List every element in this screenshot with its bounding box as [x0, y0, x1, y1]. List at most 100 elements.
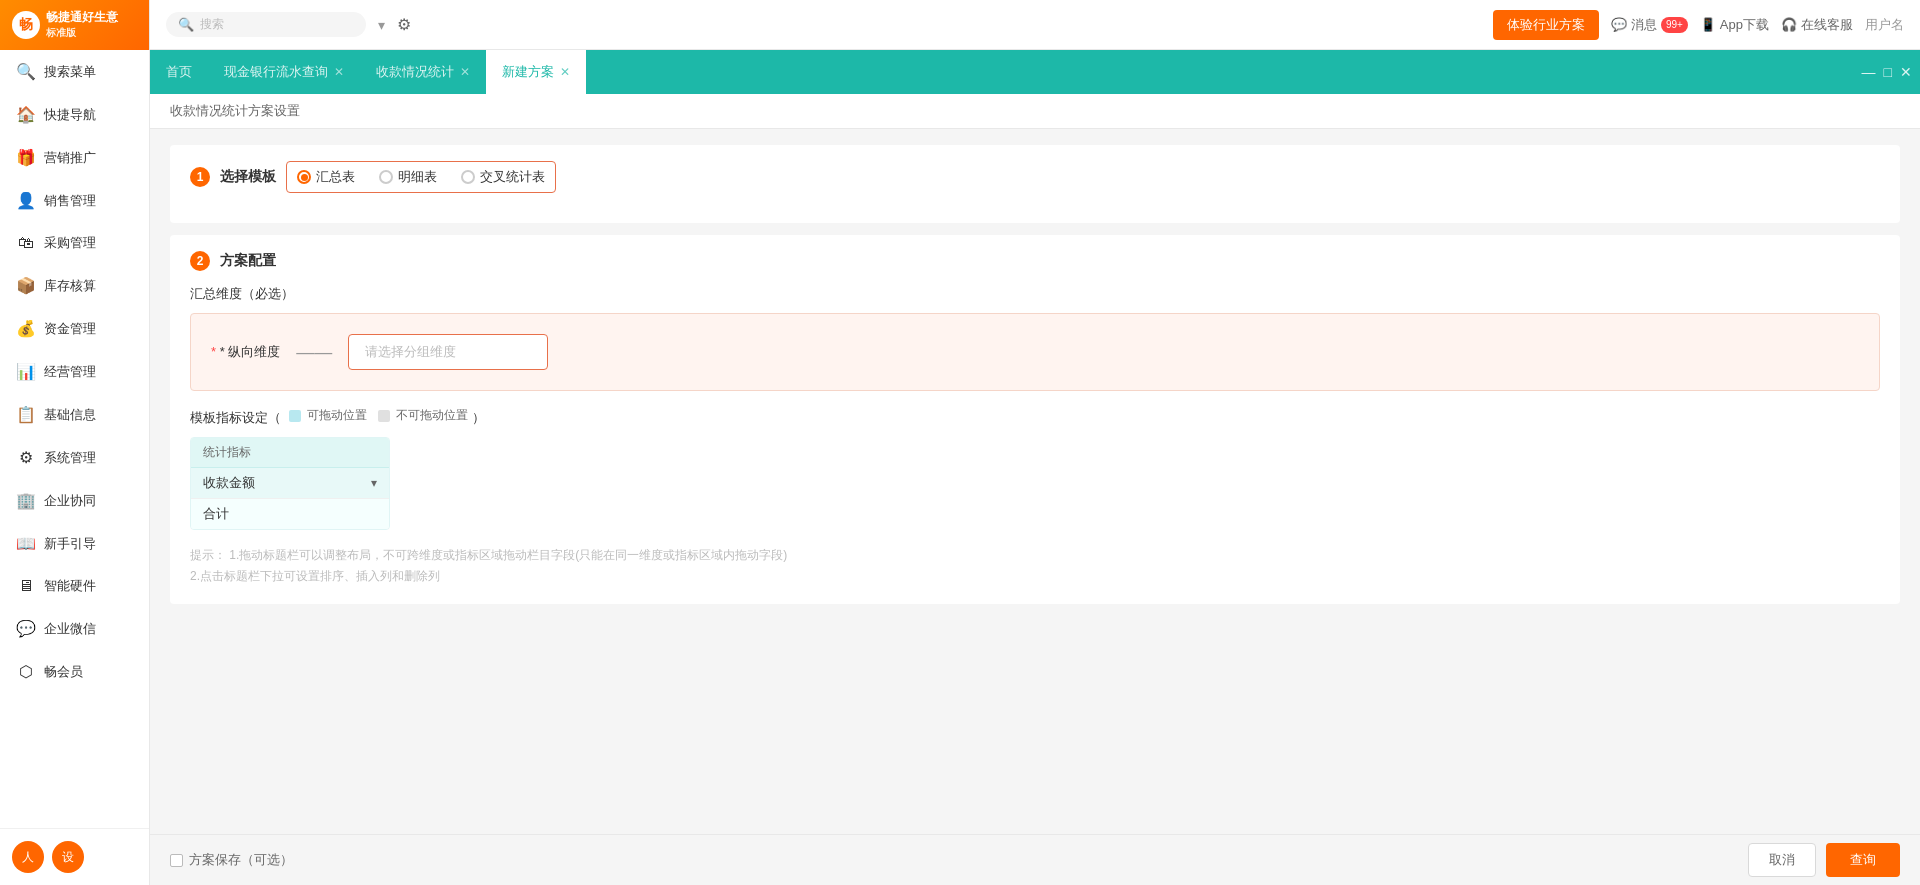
sidebar-item-enterprise[interactable]: 🏢 企业协同: [0, 479, 149, 522]
settings-icon: ⚙: [16, 448, 36, 467]
template-options: 汇总表 明细表 交叉统计表: [286, 161, 556, 193]
vip-icon: ⬡: [16, 662, 36, 681]
user-name: 用户名: [1865, 16, 1904, 34]
tab-cashflow-close[interactable]: ✕: [334, 65, 344, 79]
fixed-legend: 不可拖动位置: [378, 407, 468, 424]
sidebar-item-sales[interactable]: 👤 销售管理: [0, 179, 149, 222]
save-checkbox[interactable]: [170, 854, 183, 867]
clipboard-icon: 📋: [16, 405, 36, 424]
tab-new-plan[interactable]: 新建方案 ✕: [486, 50, 586, 94]
maximize-icon[interactable]: □: [1884, 64, 1892, 80]
industry-btn[interactable]: 体验行业方案: [1493, 10, 1599, 40]
gear-icon[interactable]: ⚙: [397, 15, 411, 34]
save-checkbox-label[interactable]: 方案保存（可选）: [170, 851, 293, 869]
search-icon: 🔍: [16, 62, 36, 81]
search-icon-topbar: 🔍: [178, 17, 194, 32]
main-area: 🔍 搜索 ▾ ⚙ 体验行业方案 💬 消息 99+ 📱 App下载 🎧 在线客服 …: [150, 0, 1920, 885]
step2-badge: 2: [190, 251, 210, 271]
gift-icon: 🎁: [16, 148, 36, 167]
sidebar: 畅 畅捷通好生意 标准版 🔍 搜索菜单 🏠 快捷导航 🎁 营销推广 👤 销售管理…: [0, 0, 150, 885]
logo-icon: 畅: [12, 11, 40, 39]
topbar-actions: 体验行业方案 💬 消息 99+ 📱 App下载 🎧 在线客服 用户名: [1493, 10, 1904, 40]
wechat-icon: 💬: [16, 619, 36, 638]
metrics-table: 统计指标 收款金额 ▾ 合计: [190, 437, 390, 530]
step1-title-row: 1 选择模板 汇总表 明细表: [190, 161, 1880, 193]
step1-section: 1 选择模板 汇总表 明细表: [170, 145, 1900, 223]
tab-receipt-stat[interactable]: 收款情况统计 ✕: [360, 50, 486, 94]
book-icon: 📖: [16, 534, 36, 553]
hint-1: 提示： 1.拖动标题栏可以调整布局，不可跨维度或指标区域拖动栏目字段(只能在同一…: [190, 545, 1880, 567]
home-icon: 🏠: [16, 105, 36, 124]
message-btn[interactable]: 💬 消息 99+: [1611, 16, 1688, 34]
sidebar-item-vip[interactable]: ⬡ 畅会员: [0, 650, 149, 693]
sidebar-logo: 畅 畅捷通好生意 标准版: [0, 0, 149, 50]
dimension-title: 汇总维度（必选）: [190, 285, 1880, 303]
topbar-dropdown-icon[interactable]: ▾: [378, 17, 385, 33]
dimension-select[interactable]: 请选择分组维度: [348, 334, 548, 370]
radio-summary-circle: [297, 170, 311, 184]
sidebar-item-purchase[interactable]: 🛍 采购管理: [0, 222, 149, 264]
metrics-label: 模板指标设定（ 可拖动位置 不可拖动位置 ）: [190, 410, 485, 425]
content-body: 1 选择模板 汇总表 明细表: [150, 129, 1920, 834]
sidebar-item-base[interactable]: 📋 基础信息: [0, 393, 149, 436]
sidebar-avatar-left[interactable]: 人: [12, 841, 44, 873]
logo-text: 畅捷通好生意 标准版: [46, 10, 118, 40]
bag-icon: 🛍: [16, 234, 36, 252]
enterprise-icon: 🏢: [16, 491, 36, 510]
radio-cross[interactable]: 交叉统计表: [461, 168, 545, 186]
metrics-config-row: 模板指标设定（ 可拖动位置 不可拖动位置 ）: [190, 407, 1880, 427]
metrics-row-0[interactable]: 收款金额 ▾: [191, 468, 389, 499]
query-button[interactable]: 查询: [1826, 843, 1900, 877]
sidebar-item-marketing[interactable]: 🎁 营销推广: [0, 136, 149, 179]
draggable-dot: [289, 410, 301, 422]
tab-home[interactable]: 首页: [150, 50, 208, 94]
fixed-dot: [378, 410, 390, 422]
metrics-row-1: 合计: [191, 499, 389, 529]
online-service-btn[interactable]: 🎧 在线客服: [1781, 16, 1853, 34]
sidebar-item-wechat[interactable]: 💬 企业微信: [0, 607, 149, 650]
money-icon: 💰: [16, 319, 36, 338]
box-icon: 📦: [16, 276, 36, 295]
minimize-icon[interactable]: —: [1862, 64, 1876, 80]
close-icon[interactable]: ✕: [1900, 64, 1912, 80]
step2-section: 2 方案配置 汇总维度（必选） * * 纵向维度 —— 请选择分组维度: [170, 235, 1900, 604]
search-box[interactable]: 🔍 搜索: [166, 12, 366, 37]
tabbar: 首页 现金银行流水查询 ✕ 收款情况统计 ✕ 新建方案 ✕ — □ ✕: [150, 50, 1920, 94]
step1-label: 选择模板: [220, 168, 276, 186]
chart-icon: 📊: [16, 362, 36, 381]
drag-legend: 可拖动位置: [289, 407, 367, 424]
metrics-header: 统计指标: [191, 438, 389, 468]
dimension-area: * * 纵向维度 —— 请选择分组维度: [190, 313, 1880, 391]
sidebar-item-search[interactable]: 🔍 搜索菜单: [0, 50, 149, 93]
step1-badge: 1: [190, 167, 210, 187]
service-icon: 🎧: [1781, 17, 1797, 32]
content-area: 收款情况统计方案设置 1 选择模板 汇总表: [150, 94, 1920, 885]
sidebar-item-operation[interactable]: 📊 经营管理: [0, 350, 149, 393]
app-download-btn[interactable]: 📱 App下载: [1700, 16, 1769, 34]
sidebar-item-nav[interactable]: 🏠 快捷导航: [0, 93, 149, 136]
sidebar-item-finance[interactable]: 💰 资金管理: [0, 307, 149, 350]
user-icon: 👤: [16, 191, 36, 210]
download-icon: 📱: [1700, 17, 1716, 32]
dimension-row-label: * * 纵向维度: [211, 343, 280, 361]
tab-new-plan-close[interactable]: ✕: [560, 65, 570, 79]
metrics-dropdown-icon[interactable]: ▾: [371, 476, 377, 490]
sidebar-item-inventory[interactable]: 📦 库存核算: [0, 264, 149, 307]
tab-receipt-stat-close[interactable]: ✕: [460, 65, 470, 79]
tab-cashflow[interactable]: 现金银行流水查询 ✕: [208, 50, 360, 94]
step2-label: 方案配置: [220, 252, 276, 270]
message-icon: 💬: [1611, 17, 1627, 32]
radio-summary[interactable]: 汇总表: [297, 168, 355, 186]
radio-cross-circle: [461, 170, 475, 184]
radio-detail[interactable]: 明细表: [379, 168, 437, 186]
cancel-button[interactable]: 取消: [1748, 843, 1816, 877]
sidebar-item-guide[interactable]: 📖 新手引导: [0, 522, 149, 565]
tabbar-controls: — □ ✕: [1862, 64, 1920, 80]
breadcrumb: 收款情况统计方案设置: [150, 94, 1920, 129]
sidebar-item-hardware[interactable]: 🖥 智能硬件: [0, 565, 149, 607]
sidebar-item-system[interactable]: ⚙ 系统管理: [0, 436, 149, 479]
dimension-arrow: ——: [296, 342, 332, 363]
bottom-actions: 取消 查询: [1748, 843, 1900, 877]
sidebar-avatar-right[interactable]: 设: [52, 841, 84, 873]
hint-2: 2.点击标题栏下拉可设置排序、插入列和删除列: [190, 566, 1880, 588]
